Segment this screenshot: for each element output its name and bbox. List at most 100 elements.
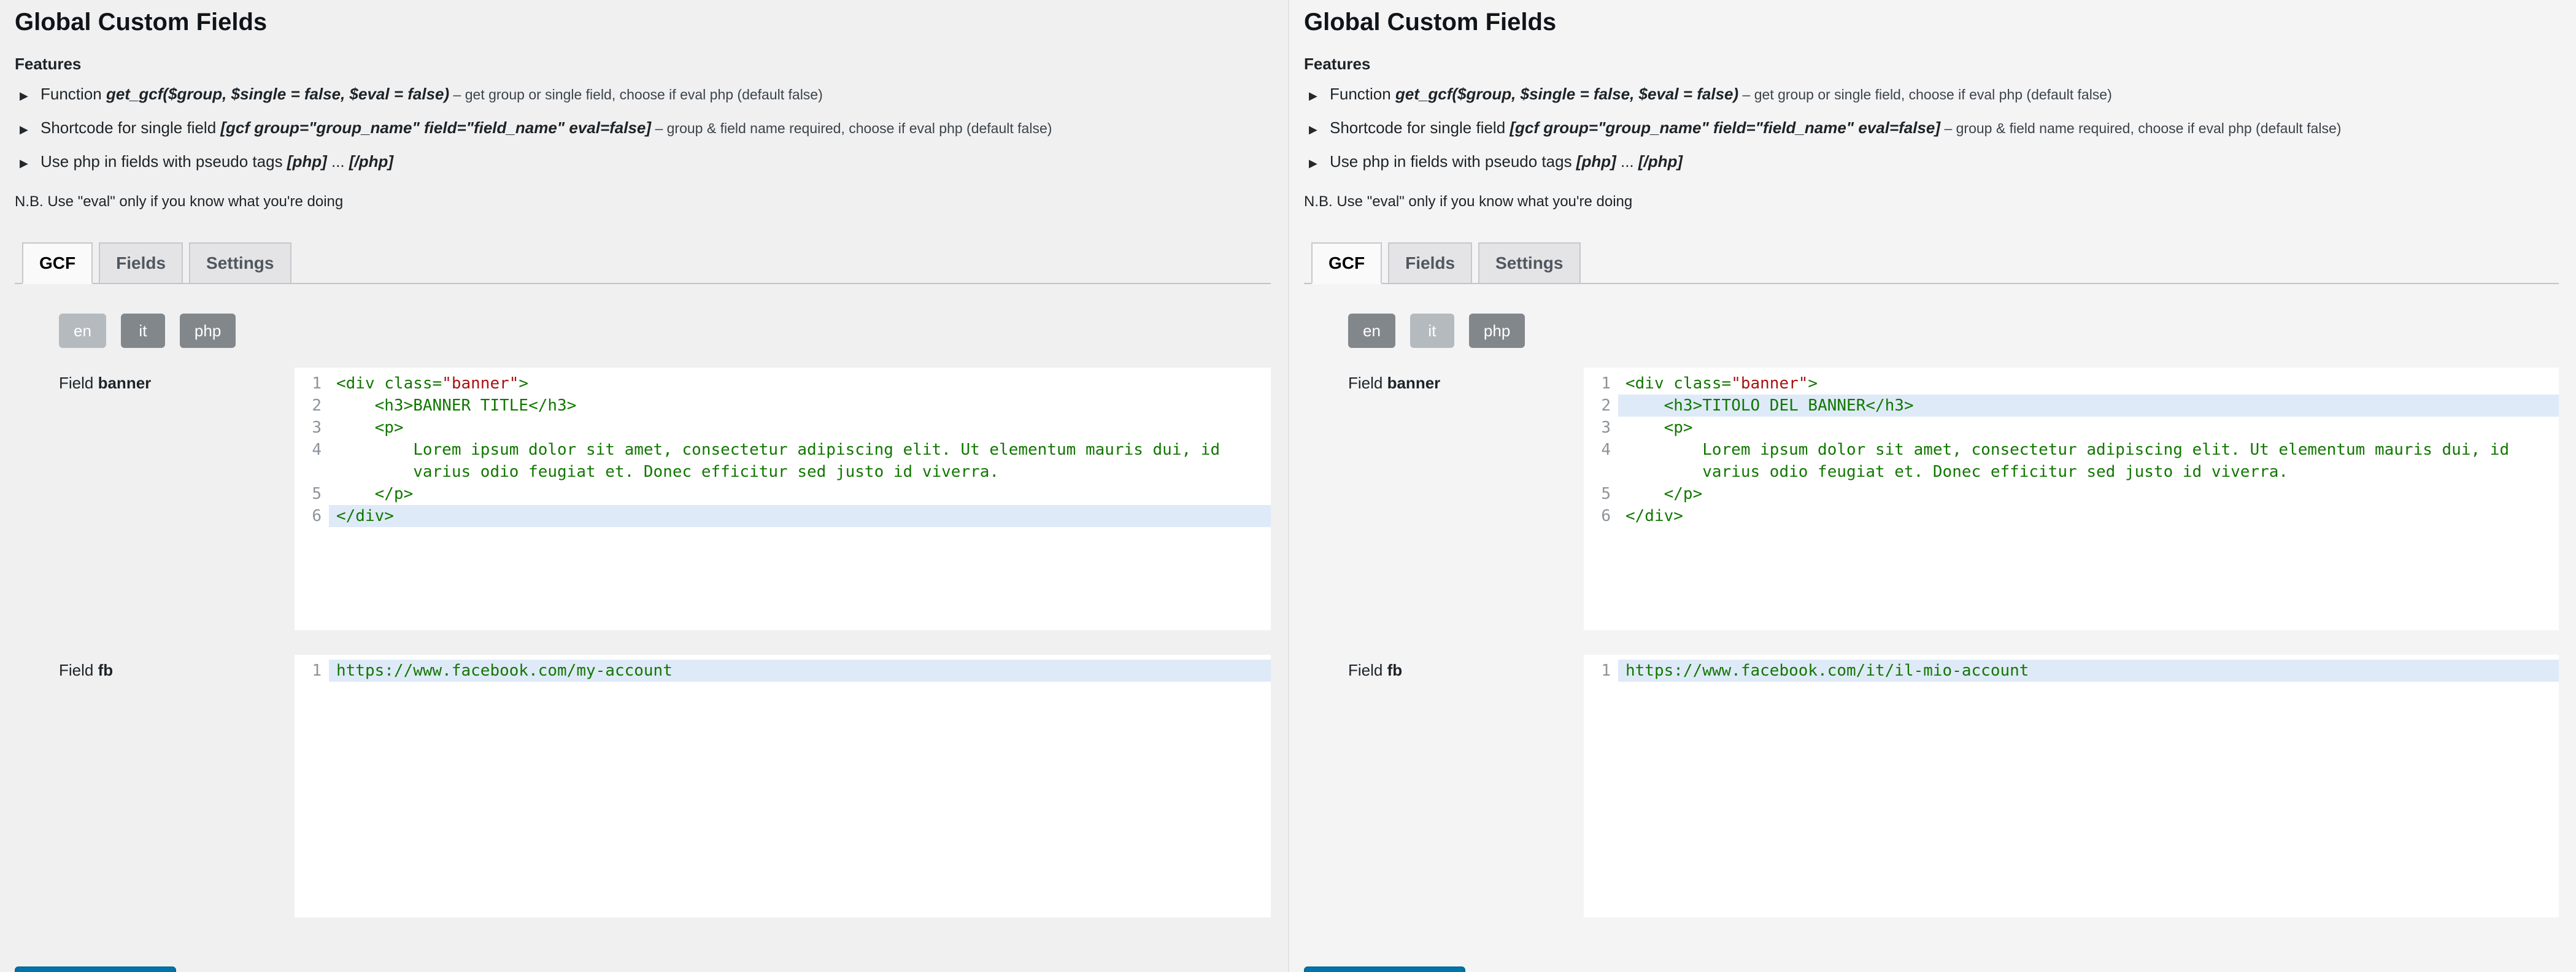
feature-text-segment: – get group or single field, choose if e… (449, 87, 823, 102)
code-editor-fb[interactable]: 1 https://www.facebook.com/my-account (295, 655, 1271, 917)
code-token: <h3> (1664, 396, 1703, 415)
code-line: 1 <div class="banner"> (1584, 372, 2559, 395)
line-number: 4 (312, 441, 322, 459)
feature-item[interactable]: ▶ Use php in fields with pseudo tags [php… (1309, 151, 2559, 174)
field-row-banner: Field banner 1 <div class="banner"> 2 <h3>TI… (1304, 368, 2559, 630)
tab-fields[interactable]: Fields (99, 242, 183, 283)
feature-text-segment: [/php] (1638, 152, 1683, 171)
field-name: fb (1387, 661, 1403, 679)
code-line-content: <div class="banner"> (329, 372, 1271, 395)
lang-button-en[interactable]: en (59, 314, 106, 348)
field-label-prefix: Field (1348, 661, 1383, 679)
feature-text-segment: [php] (287, 152, 327, 171)
code-line: 4 Lorem ipsum dolor sit amet, consectetur… (1584, 439, 2559, 483)
code-line-content: <p> (1618, 417, 2559, 439)
code-token: </div> (336, 507, 394, 525)
lang-button-php[interactable]: php (1468, 314, 1525, 348)
code-token: > (1808, 374, 1818, 393)
code-token: <p> (374, 418, 404, 437)
feature-text-segment: – get group or single field, choose if e… (1738, 87, 2112, 102)
field-row-fb: Field fb 1 https://www.facebook.com/it/il-… (1304, 655, 2559, 917)
tab-settings[interactable]: Settings (189, 242, 291, 283)
code-line-content: Lorem ipsum dolor sit amet, consectetur … (329, 439, 1271, 483)
line-number: 1 (312, 374, 322, 393)
code-line: 2 <h3>BANNER TITLE</h3> (295, 395, 1271, 417)
save-button[interactable]: Salva le modifiche (15, 966, 176, 972)
fields-table: Field banner 1 <div class="banner"> 2 <h3>TI… (1304, 368, 2559, 917)
feature-text: Shortcode for single field [gcf group="g… (40, 117, 1052, 139)
line-number: 6 (312, 507, 322, 525)
lang-button-php[interactable]: php (179, 314, 236, 348)
line-number: 1 (312, 662, 322, 680)
line-number: 6 (1601, 507, 1611, 525)
code-editor-banner[interactable]: 1 <div class="banner"> 2 <h3>TITOLO DEL BAN… (1584, 368, 2559, 630)
eval-note: N.B. Use "eval" only if you know what yo… (1304, 193, 1633, 210)
code-line: 4 Lorem ipsum dolor sit amet, consectetur… (295, 439, 1271, 483)
save-button[interactable]: Salva le modifiche (1304, 966, 1465, 972)
feature-text-segment: – group & field name required, choose if… (1940, 120, 2342, 136)
tab-gcf[interactable]: GCF (1311, 242, 1382, 284)
lang-button-it[interactable]: it (1409, 314, 1454, 348)
feature-item[interactable]: ▶ Function get_gcf($group, $single = fals… (20, 83, 1271, 106)
code-line: 3 <p> (295, 417, 1271, 439)
code-editor-fb[interactable]: 1 https://www.facebook.com/it/il-mio-acco… (1584, 655, 2559, 917)
code-line-content: https://www.facebook.com/it/il-mio-accou… (1618, 660, 2559, 682)
code-token: </div> (1625, 507, 1683, 525)
tab-fields[interactable]: Fields (1388, 242, 1473, 283)
field-label-prefix: Field (1348, 374, 1383, 392)
code-line: 5 </p> (1584, 483, 2559, 505)
features-heading: Features (15, 55, 82, 73)
language-switcher: en it php (1348, 314, 2559, 348)
feature-text-segment: get_gcf($group, $single = false, $eval =… (1395, 85, 1739, 103)
tab-bar: GCF Fields Settings (15, 242, 1271, 284)
code-line-content: <div class="banner"> (1618, 372, 2559, 395)
line-number: 1 (1601, 662, 1611, 680)
line-number: 5 (1601, 485, 1611, 503)
feature-item[interactable]: ▶ Use php in fields with pseudo tags [php… (20, 151, 1271, 174)
tab-settings[interactable]: Settings (1478, 242, 1581, 283)
code-token: https://www.facebook.com/my-account (336, 662, 673, 680)
feature-text: Function get_gcf($group, $single = false… (1330, 83, 2112, 105)
language-switcher: en it php (59, 314, 1271, 348)
code-line: 6 </div> (295, 505, 1271, 527)
eval-note: N.B. Use "eval" only if you know what yo… (15, 193, 344, 210)
code-line: 1 <div class="banner"> (295, 372, 1271, 395)
feature-text-segment: ... (326, 152, 349, 171)
field-name: banner (1387, 374, 1441, 392)
code-line-content: <p> (329, 417, 1271, 439)
feature-text-segment: ... (1616, 152, 1638, 171)
panels-container: Global Custom Fields Features ▶ Function … (0, 0, 2576, 972)
feature-text: Function get_gcf($group, $single = false… (40, 83, 823, 105)
code-line-content: </p> (329, 483, 1271, 505)
code-token: </p> (374, 485, 414, 503)
code-editor-banner[interactable]: 1 <div class="banner"> 2 <h3>BANNER TITLE</… (295, 368, 1271, 630)
feature-text-segment: [gcf group="group_name" field="field_nam… (1510, 118, 1941, 137)
feature-text-segment: Shortcode for single field (1330, 118, 1510, 137)
code-line-content: <h3>BANNER TITLE</h3> (329, 395, 1271, 417)
field-label-prefix: Field (59, 374, 94, 392)
feature-item[interactable]: ▶ Shortcode for single field [gcf group="… (20, 117, 1271, 140)
code-line: 1 https://www.facebook.com/it/il-mio-acco… (1584, 660, 2559, 682)
code-line-content: https://www.facebook.com/my-account (329, 660, 1271, 682)
feature-text: Shortcode for single field [gcf group="g… (1330, 117, 2341, 139)
tab-gcf[interactable]: GCF (22, 242, 93, 284)
code-line-content: <h3>TITOLO DEL BANNER</h3> (1618, 395, 2559, 417)
feature-item[interactable]: ▶ Function get_gcf($group, $single = fals… (1309, 83, 2559, 106)
code-token: <p> (1664, 418, 1693, 437)
field-row-banner: Field banner 1 <div class="banner"> 2 <h3>BA… (15, 368, 1271, 630)
lang-button-en[interactable]: en (1348, 314, 1395, 348)
code-line: 1 https://www.facebook.com/my-account (295, 660, 1271, 682)
gcf-panel-it: Global Custom Fields Features ▶ Function … (1288, 0, 2576, 972)
feature-item[interactable]: ▶ Shortcode for single field [gcf group="… (1309, 117, 2559, 140)
code-line: 2 <h3>TITOLO DEL BANNER</h3> (1584, 395, 2559, 417)
page-title: Global Custom Fields (1304, 9, 1557, 36)
field-label-banner: Field banner (15, 368, 295, 393)
line-number: 3 (312, 418, 322, 437)
feature-text-segment: Use php in fields with pseudo tags (40, 152, 287, 171)
fields-table: Field banner 1 <div class="banner"> 2 <h3>BA… (15, 368, 1271, 917)
code-token: <div class= (1625, 374, 1732, 393)
lang-button-it[interactable]: it (120, 314, 165, 348)
code-token: > (519, 374, 529, 393)
disclosure-triangle-icon: ▶ (20, 90, 28, 102)
feature-text-segment: get_gcf($group, $single = false, $eval =… (106, 85, 450, 103)
